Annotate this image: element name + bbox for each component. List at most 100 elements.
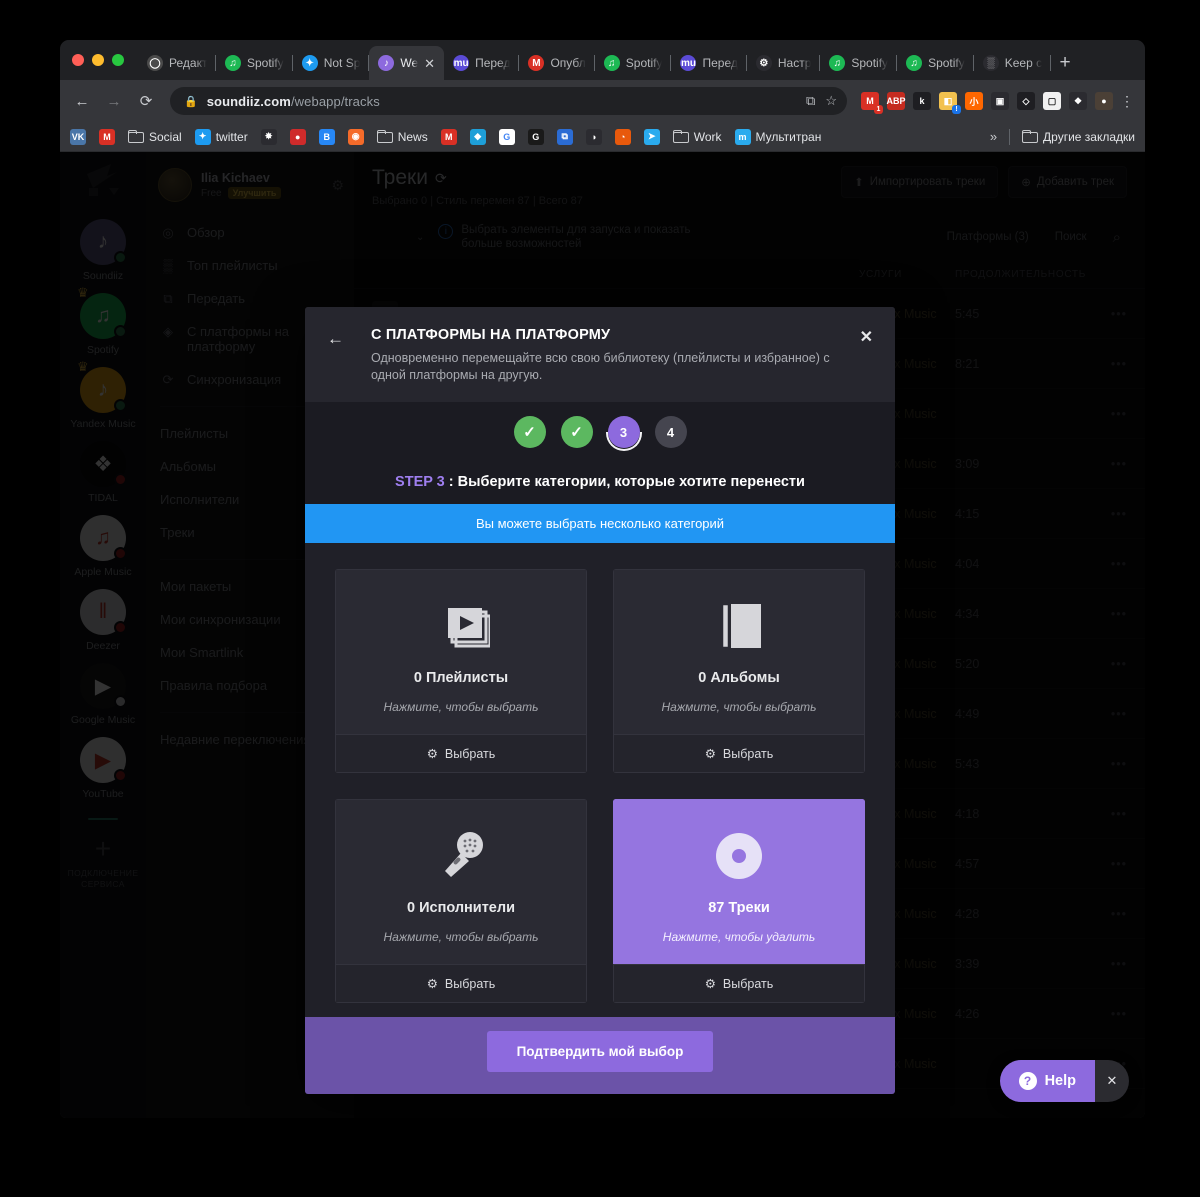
bookmark-item[interactable]: ◔ <box>614 128 631 145</box>
platform-to-platform-modal: ← ✕ С ПЛАТФОРМЫ НА ПЛАТФОРМУ Одновременн… <box>305 307 895 1094</box>
bookmark-item[interactable]: B <box>318 128 335 145</box>
browser-tab[interactable]: ♫ Spotify <box>897 46 974 80</box>
category-hint: Нажмите, чтобы удалить <box>662 930 816 944</box>
category-select-label: Выбрать <box>444 746 496 761</box>
browser-tab[interactable]: ♫ Spotify <box>820 46 897 80</box>
bookmark-item[interactable]: VK <box>70 128 86 145</box>
modal-title: С ПЛАТФОРМЫ НА ПЛАТФОРМУ <box>371 327 611 343</box>
category-select-label: Выбрать <box>722 746 774 761</box>
category-card-body[interactable]: 87 Треки Нажмите, чтобы удалить <box>613 799 865 964</box>
category-select-button[interactable]: ⚙ Выбрать <box>335 734 587 773</box>
tabs-container: ◯ Редакт ♫ Spotify ✦ Not Sp ♪ We ✕ mu Перед M Опубл ♫… <box>138 46 1052 80</box>
modal-footer: Подтвердить мой выбор <box>305 1017 895 1094</box>
step-current[interactable]: 3 <box>605 416 642 451</box>
close-icon[interactable]: ✕ <box>860 327 873 347</box>
address-bar[interactable]: 🔒 soundiiz.com/webapp/tracks ⧉ ☆ <box>170 87 847 115</box>
browser-tab[interactable]: ░ Keep c <box>974 46 1052 80</box>
bookmarks-overflow-button[interactable]: » <box>990 129 997 144</box>
bookmark-star-icon[interactable]: ☆ <box>825 93 837 109</box>
confirm-selection-button[interactable]: Подтвердить мой выбор <box>486 1031 714 1072</box>
category-count-label: 0 Альбомы <box>698 670 780 686</box>
bookmark-item[interactable]: M <box>440 128 457 145</box>
profile-avatar[interactable]: ● <box>1095 92 1113 110</box>
bookmark-item[interactable]: G <box>498 128 515 145</box>
browser-tab[interactable]: ♪ We ✕ <box>369 46 445 80</box>
bookmark-item[interactable]: ◆ <box>469 128 486 145</box>
firefox-icon: ◔ <box>614 128 631 145</box>
bookmark-item[interactable]: ● <box>289 128 306 145</box>
bookmark-item[interactable]: ◉ <box>347 128 364 145</box>
step-done[interactable]: ✓ <box>513 416 546 448</box>
forward-button[interactable]: → <box>100 87 128 115</box>
gmail-checker-icon[interactable]: M1 <box>861 92 883 114</box>
new-tab-button[interactable]: + <box>1051 46 1079 80</box>
step-headline: STEP 3 : Выберите категории, которые хот… <box>305 464 895 504</box>
gmail-icon: M <box>99 128 115 145</box>
category-card[interactable]: 0 Плейлисты Нажмите, чтобы выбрать ⚙ Выбрат… <box>335 569 587 773</box>
minimize-window-button[interactable] <box>92 54 104 66</box>
soundiiz-icon: ♪ <box>378 55 395 71</box>
browser-tab[interactable]: ◯ Редакт <box>138 46 216 80</box>
category-card-body[interactable]: 0 Альбомы Нажмите, чтобы выбрать <box>613 569 865 734</box>
step-done[interactable]: ✓ <box>560 416 593 448</box>
bookmark-item[interactable]: Social <box>128 130 182 144</box>
category-card[interactable]: 0 Исполнители Нажмите, чтобы выбрать ⚙ Выбр… <box>335 799 587 1003</box>
category-hint: Нажмите, чтобы выбрать <box>661 700 817 714</box>
browser-tab[interactable]: ⚙ Настр <box>747 46 821 80</box>
browser-tab[interactable]: mu Перед <box>444 46 520 80</box>
browser-tab[interactable]: ♫ Spotify <box>216 46 293 80</box>
category-card-body[interactable]: 0 Исполнители Нажмите, чтобы выбрать <box>335 799 587 964</box>
close-window-button[interactable] <box>72 54 84 66</box>
browser-menu-button[interactable]: ⋮ <box>1117 94 1137 108</box>
bookmark-item[interactable]: ✦ twitter <box>194 128 248 145</box>
category-select-button[interactable]: ⚙ Выбрать <box>613 734 865 773</box>
bookmark-item[interactable]: G <box>527 128 544 145</box>
category-card[interactable]: 87 Треки Нажмите, чтобы удалить ⚙ Выбрать <box>613 799 865 1003</box>
bookmark-item[interactable]: m Мультитран <box>734 128 821 145</box>
check-icon: ✓ <box>523 424 536 441</box>
category-card-body[interactable]: 0 Плейлисты Нажмите, чтобы выбрать <box>335 569 587 734</box>
tab-title: Настр <box>777 56 812 70</box>
close-tab-icon[interactable]: ✕ <box>424 57 435 70</box>
back-button[interactable]: ← <box>68 87 96 115</box>
bookmark-item[interactable]: ◑ <box>585 128 602 145</box>
adblock-icon[interactable]: ABP <box>887 92 906 110</box>
bookmark-item[interactable]: Work <box>672 130 722 144</box>
category-card[interactable]: 0 Альбомы Нажмите, чтобы выбрать ⚙ Выбрать <box>613 569 865 773</box>
notes-icon[interactable]: ◧! <box>939 92 961 114</box>
browser-tab[interactable]: M Опубл <box>519 46 595 80</box>
image-icon[interactable]: ▣ <box>991 92 1009 110</box>
help-label: Help <box>1044 1073 1076 1089</box>
bookmark-item[interactable]: ➤ <box>643 128 660 145</box>
maximize-window-button[interactable] <box>112 54 124 66</box>
tab-title: Перед <box>702 56 738 70</box>
step-pending[interactable]: 4 <box>654 416 687 448</box>
bookmarks-bar: VK M Social ✦ twitter ✸ ● B ◉ News M ◆ G G ⧉ ◑ ◔ ➤ Work m Му… <box>60 122 1145 152</box>
bookmark-item[interactable]: News <box>376 130 428 144</box>
category-select-button[interactable]: ⚙ Выбрать <box>335 964 587 1003</box>
other-bookmarks-folder[interactable]: Другие закладки <box>1022 130 1135 144</box>
folder-icon <box>1022 130 1039 143</box>
puzzle-icon[interactable]: ❖ <box>1069 92 1087 110</box>
browser-tab[interactable]: ✦ Not Sp <box>293 46 370 80</box>
help-button[interactable]: ? Help <box>999 1060 1095 1102</box>
drop-red-icon: ● <box>289 128 306 145</box>
translate-icon[interactable]: ⧉ <box>806 93 815 109</box>
browser-tab[interactable]: mu Перед <box>671 46 747 80</box>
back-arrow-icon[interactable]: ← <box>327 329 344 349</box>
kaspersky-icon[interactable]: k <box>913 92 931 110</box>
browser-tab[interactable]: ♫ Spotify <box>595 46 672 80</box>
box-icon[interactable]: ▢ <box>1043 92 1061 110</box>
folder-icon <box>376 130 393 143</box>
step-indicator: ✓ ✓ 3 4 <box>305 402 895 464</box>
bookmark-item[interactable]: ⧉ <box>556 128 573 145</box>
badge: ! <box>952 105 961 114</box>
bookmark-item[interactable]: M <box>99 128 115 145</box>
globe-icon: ◯ <box>147 55 163 71</box>
category-select-button[interactable]: ⚙ Выбрать <box>613 964 865 1003</box>
drop-icon[interactable]: ◇ <box>1017 92 1035 110</box>
bookmark-item[interactable]: ✸ <box>260 128 277 145</box>
mi-icon[interactable]: 小 <box>965 92 983 110</box>
keep-icon: ░ <box>982 55 999 71</box>
reload-button[interactable]: ⟳ <box>132 87 160 115</box>
